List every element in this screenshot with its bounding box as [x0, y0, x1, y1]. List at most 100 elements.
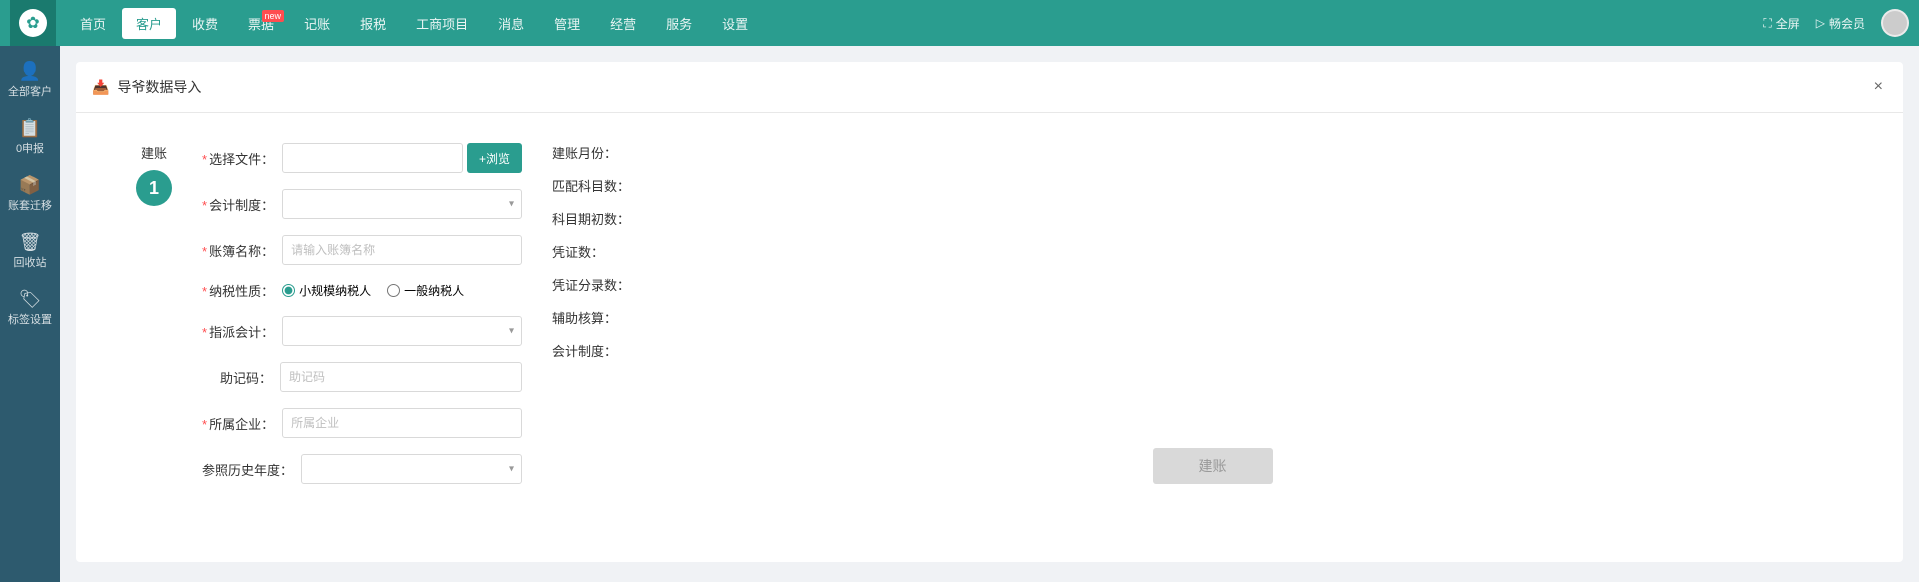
file-row: +浏览: [282, 143, 522, 173]
info-panel: 建账月份： 匹配科目数： 科目期初数： 凭证数： 凭证分录数： 辅助核算： 会计制度：: [522, 143, 1903, 418]
step-section: 建账 1: [76, 143, 202, 484]
nav-item-服务[interactable]: 服务: [652, 8, 706, 39]
accounting-system-row: *会计制度： ▾: [202, 189, 522, 219]
browse-button[interactable]: +浏览: [467, 143, 522, 173]
company-input[interactable]: [282, 408, 522, 438]
reference-year-label: 参照历史年度：: [202, 460, 293, 479]
general-taxpayer-label: 一般纳税人: [404, 282, 464, 299]
nav-item-收费[interactable]: 收费: [178, 8, 232, 39]
nav-right-area: ⛶ 全屏 ▷ 畅会员: [1763, 9, 1909, 37]
accountant-row: *指派会计： ▾: [202, 316, 522, 346]
period-initial-label: 科目期初数：: [552, 209, 642, 228]
app-logo: ✿: [10, 0, 56, 46]
tag-settings-icon: 🏷: [19, 290, 42, 308]
select-file-label: *选择文件：: [202, 149, 274, 168]
nav-item-首页[interactable]: 首页: [66, 8, 120, 39]
accountant-select-wrapper: ▾: [282, 316, 522, 346]
sidebar-item-tag-settings[interactable]: 🏷 标签设置: [0, 282, 60, 335]
main-layout: 👤 全部客户 📋 0申报 📦账套迁移 🗑 回收站 🏷 标签设置 📥 导爷数据导入 × 建账 1: [0, 46, 1919, 582]
sidebar: 👤 全部客户 📋 0申报 📦账套迁移 🗑 回收站 🏷 标签设置: [0, 46, 60, 582]
build-btn-area: 建账: [522, 448, 1903, 484]
voucher-count-row: 凭证数：: [552, 242, 1873, 261]
company-label: *所属企业：: [202, 414, 274, 433]
step-label: 建账: [141, 143, 167, 162]
general-taxpayer-radio[interactable]: [387, 284, 400, 297]
member-icon: ▷: [1816, 16, 1825, 30]
nav-item-工商项目[interactable]: 工商项目: [402, 8, 482, 39]
accounting-system-info-row: 会计制度：: [552, 341, 1873, 360]
memo-code-row: 助记码：: [202, 362, 522, 392]
memo-code-input[interactable]: [280, 362, 522, 392]
dialog-wrapper: 📥 导爷数据导入 × 建账 1 *选择文件：: [76, 62, 1903, 562]
aux-accounting-label: 辅助核算：: [552, 308, 642, 327]
fullscreen-label: 全屏: [1776, 15, 1800, 32]
tag-settings-label: 标签设置: [8, 311, 52, 327]
small-taxpayer-option[interactable]: 小规模纳税人: [282, 282, 371, 299]
ledger-name-input[interactable]: [282, 235, 522, 265]
accounting-system-select[interactable]: [282, 189, 522, 219]
recycle-label: 回收站: [14, 254, 47, 270]
nav-item-客户[interactable]: 客户: [122, 8, 176, 39]
nav-item-记账[interactable]: 记账: [290, 8, 344, 39]
dialog-title-icon: 📥: [92, 79, 109, 96]
account-migration-icon: 📦: [19, 176, 41, 194]
declaration-label: 0申报: [16, 140, 44, 156]
ledger-name-label: *账簿名称：: [202, 241, 274, 260]
tax-type-row: *纳税性质： 小规模纳税人 一般纳税人: [202, 281, 522, 300]
fullscreen-icon: ⛶: [1763, 16, 1771, 31]
company-row: *所属企业：: [202, 408, 522, 438]
main-content: 📥 导爷数据导入 × 建账 1 *选择文件：: [60, 46, 1919, 582]
memo-code-label: 助记码：: [202, 368, 272, 387]
right-panel-container: 建账月份： 匹配科目数： 科目期初数： 凭证数： 凭证分录数： 辅助核算： 会计制度： 建账: [522, 143, 1903, 484]
sidebar-item-recycle[interactable]: 🗑 回收站: [0, 225, 60, 278]
match-subjects-label: 匹配科目数：: [552, 176, 642, 195]
nav-item-设置[interactable]: 设置: [708, 8, 762, 39]
form-area: 建账 1 *选择文件： +浏览: [76, 113, 1903, 504]
accounting-system-label: *会计制度：: [202, 195, 274, 214]
build-month-label: 建账月份：: [552, 143, 642, 162]
general-taxpayer-option[interactable]: 一般纳税人: [387, 282, 464, 299]
reference-year-row: 参照历史年度： ▾: [202, 454, 522, 484]
top-navigation: ✿ 首页客户收费票据new记账报税工商项目消息管理经营服务设置 ⛶ 全屏 ▷ 畅…: [0, 0, 1919, 46]
dialog-header: 📥 导爷数据导入 ×: [76, 62, 1903, 113]
step-circle: 1: [136, 170, 172, 206]
voucher-count-label: 凭证数：: [552, 242, 642, 261]
avatar[interactable]: [1881, 9, 1909, 37]
nav-item-票据[interactable]: 票据new: [234, 8, 288, 39]
build-month-row: 建账月份：: [552, 143, 1873, 162]
reference-year-select-wrapper: ▾: [301, 454, 522, 484]
accountant-select[interactable]: [282, 316, 522, 346]
sidebar-item-account-migration[interactable]: 📦账套迁移: [0, 168, 60, 221]
nav-item-报税[interactable]: 报税: [346, 8, 400, 39]
member-button[interactable]: ▷ 畅会员: [1816, 15, 1865, 32]
sidebar-item-declaration[interactable]: 📋 0申报: [0, 111, 60, 164]
accounting-system-info-label: 会计制度：: [552, 341, 642, 360]
small-taxpayer-radio[interactable]: [282, 284, 295, 297]
dialog-title: 📥 导爷数据导入: [92, 77, 201, 97]
nav-item-经营[interactable]: 经营: [596, 8, 650, 39]
accountant-label: *指派会计：: [202, 322, 274, 341]
tax-type-radio-group: 小规模纳税人 一般纳税人: [282, 282, 464, 299]
all-clients-label: 全部客户: [8, 83, 52, 99]
sidebar-item-all-clients[interactable]: 👤 全部客户: [0, 54, 60, 107]
dialog-title-text: 导爷数据导入: [117, 77, 201, 97]
ledger-name-row: *账簿名称：: [202, 235, 522, 265]
voucher-entries-label: 凭证分录数：: [552, 275, 642, 294]
aux-accounting-row: 辅助核算：: [552, 308, 1873, 327]
file-input[interactable]: [282, 143, 463, 173]
member-label: 畅会员: [1829, 15, 1865, 32]
nav-menu: 首页客户收费票据new记账报税工商项目消息管理经营服务设置: [66, 8, 1763, 39]
fullscreen-button[interactable]: ⛶ 全屏: [1763, 15, 1799, 32]
step-badge: 建账 1: [136, 143, 172, 206]
reference-year-select[interactable]: [301, 454, 522, 484]
nav-item-消息[interactable]: 消息: [484, 8, 538, 39]
logo-icon: ✿: [26, 13, 39, 33]
close-button[interactable]: ×: [1870, 74, 1887, 100]
build-account-button[interactable]: 建账: [1153, 448, 1273, 484]
nav-item-管理[interactable]: 管理: [540, 8, 594, 39]
nav-badge-票据: new: [262, 10, 285, 23]
all-clients-icon: 👤: [19, 62, 41, 80]
declaration-icon: 📋: [19, 119, 41, 137]
recycle-icon: 🗑: [19, 233, 42, 251]
form-fields: *选择文件： +浏览 *会计制度： ▾: [202, 143, 522, 484]
